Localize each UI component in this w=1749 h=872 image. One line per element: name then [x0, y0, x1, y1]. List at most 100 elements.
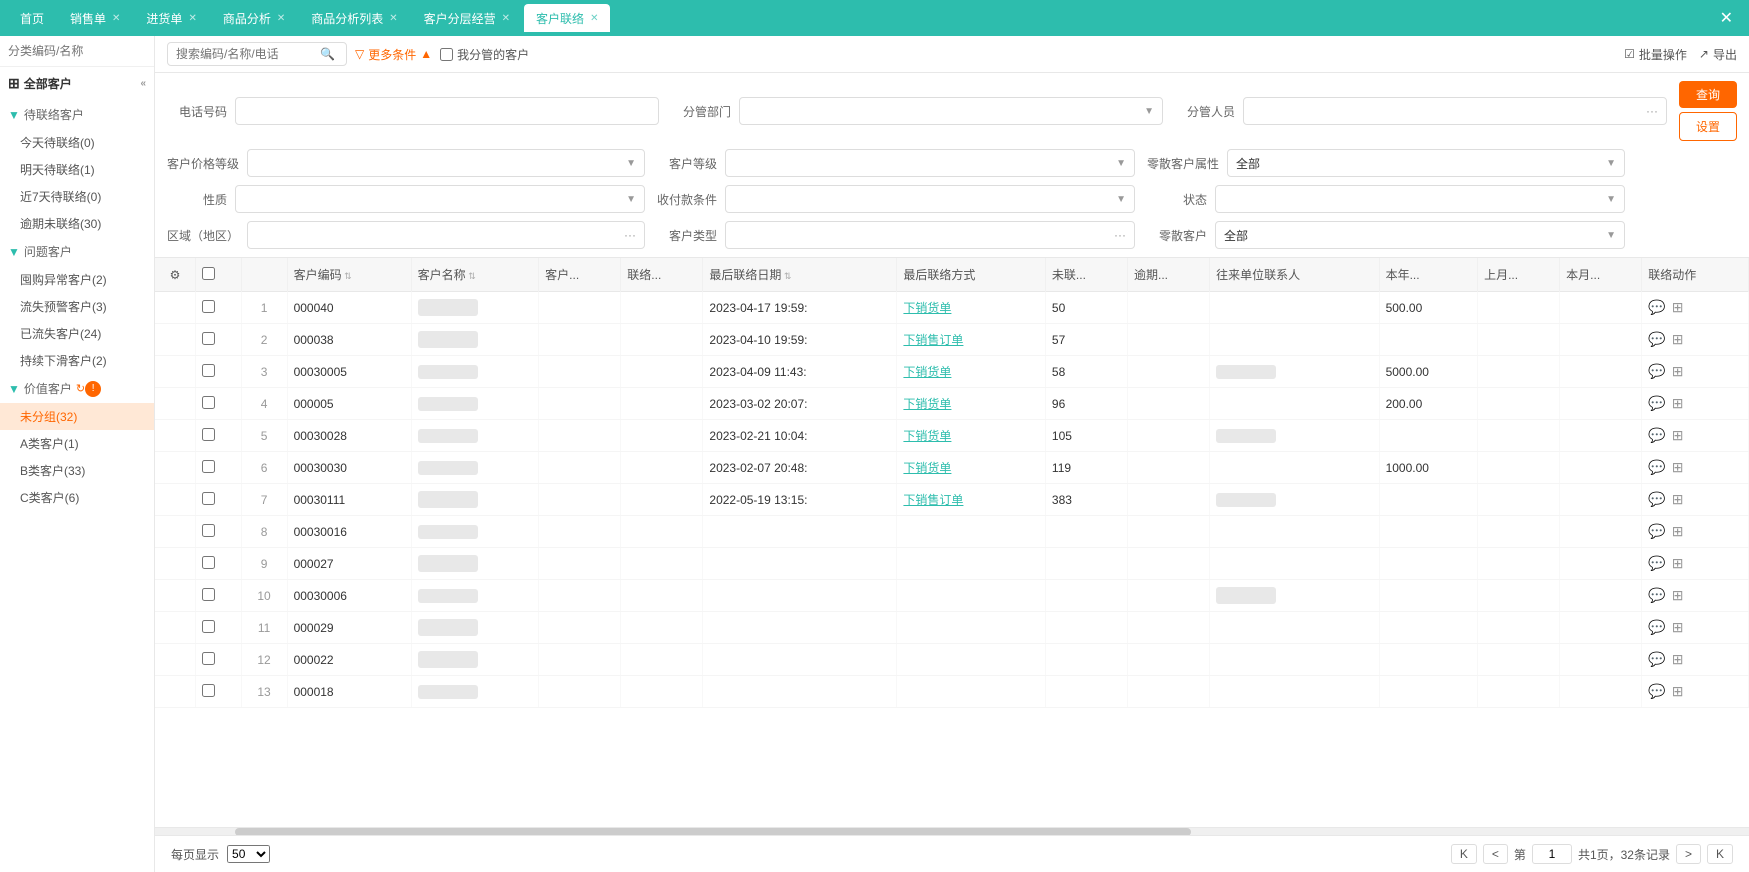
row-check[interactable]: [202, 620, 215, 633]
page-size-select[interactable]: 50 100: [227, 845, 270, 863]
tab-customer-tier[interactable]: 客户分层经营 ✕: [412, 4, 522, 32]
th-customer-type[interactable]: 客户...: [539, 258, 621, 292]
chat-icon[interactable]: 💬: [1648, 491, 1665, 508]
th-settings[interactable]: ⚙: [155, 258, 196, 292]
sidebar-all-customers[interactable]: ⊞ 全部客户 «: [0, 67, 154, 100]
filter-search-input[interactable]: [176, 47, 316, 61]
grid-action-icon[interactable]: ⊞: [1672, 683, 1684, 700]
chat-icon[interactable]: 💬: [1648, 523, 1665, 540]
sidebar-item-today[interactable]: 今天待联络(0): [0, 129, 154, 156]
row-checkbox[interactable]: [196, 580, 241, 612]
global-close-btn[interactable]: ✕: [1712, 8, 1741, 28]
filter-input-sparse[interactable]: 全部▼: [1215, 221, 1625, 249]
chat-icon[interactable]: 💬: [1648, 395, 1665, 412]
th-contact[interactable]: 联络...: [621, 258, 703, 292]
grid-action-icon[interactable]: ⊞: [1672, 299, 1684, 316]
sidebar-item-class-c[interactable]: C类客户(6): [0, 484, 154, 511]
tab-sales[interactable]: 销售单 ✕: [58, 4, 132, 32]
row-check[interactable]: [202, 364, 215, 377]
row-check[interactable]: [202, 300, 215, 313]
my-customers-check[interactable]: [440, 48, 453, 61]
contact-method-link[interactable]: 下销售订单: [903, 493, 963, 507]
row-checkbox[interactable]: [196, 356, 241, 388]
chat-icon[interactable]: 💬: [1648, 363, 1665, 380]
sidebar-item-class-a[interactable]: A类客户(1): [0, 430, 154, 457]
th-this-month[interactable]: 本月...: [1560, 258, 1642, 292]
last-page-btn[interactable]: K: [1707, 844, 1733, 864]
sidebar-item-tomorrow[interactable]: 明天待联络(1): [0, 156, 154, 183]
filter-input-phone[interactable]: [235, 97, 659, 125]
tab-analysis-list-close[interactable]: ✕: [389, 13, 397, 24]
collapse-icon[interactable]: «: [140, 78, 146, 89]
grid-action-icon[interactable]: ⊞: [1672, 427, 1684, 444]
grid-action-icon[interactable]: ⊞: [1672, 523, 1684, 540]
th-last-contact-method[interactable]: 最后联络方式: [897, 258, 1045, 292]
row-checkbox[interactable]: [196, 292, 241, 324]
filter-input-status[interactable]: ▼: [1215, 185, 1625, 213]
row-check[interactable]: [202, 524, 215, 537]
filter-input-payment[interactable]: ▼: [725, 185, 1135, 213]
chat-icon[interactable]: 💬: [1648, 299, 1665, 316]
tab-analysis-close[interactable]: ✕: [277, 13, 285, 24]
row-checkbox[interactable]: [196, 452, 241, 484]
grid-action-icon[interactable]: ⊞: [1672, 459, 1684, 476]
sidebar-item-7days[interactable]: 近7天待联络(0): [0, 183, 154, 210]
chat-icon[interactable]: 💬: [1648, 651, 1665, 668]
grid-action-icon[interactable]: ⊞: [1672, 619, 1684, 636]
row-checkbox[interactable]: [196, 548, 241, 580]
sidebar-item-class-b[interactable]: B类客户(33): [0, 457, 154, 484]
tab-customer-contact[interactable]: 客户联络 ✕: [524, 4, 610, 32]
contact-method-link[interactable]: 下销货单: [903, 461, 951, 475]
filter-search-box[interactable]: 🔍: [167, 42, 347, 66]
filter-input-sparse-attr[interactable]: 全部▼: [1227, 149, 1625, 177]
filter-input-nature[interactable]: ▼: [235, 185, 645, 213]
chat-icon[interactable]: 💬: [1648, 427, 1665, 444]
grid-action-icon[interactable]: ⊞: [1672, 395, 1684, 412]
row-checkbox[interactable]: [196, 676, 241, 708]
contact-method-link[interactable]: 下销货单: [903, 301, 951, 315]
prev-page-btn[interactable]: <: [1483, 844, 1508, 864]
select-all-checkbox[interactable]: [202, 267, 215, 280]
filter-input-customer-type[interactable]: ···: [725, 221, 1135, 249]
tab-analysis[interactable]: 商品分析 ✕: [211, 4, 297, 32]
tab-purchase-close[interactable]: ✕: [188, 13, 196, 24]
chat-icon[interactable]: 💬: [1648, 587, 1665, 604]
row-checkbox[interactable]: [196, 612, 241, 644]
row-check[interactable]: [202, 556, 215, 569]
reset-button[interactable]: 设置: [1679, 112, 1737, 141]
tab-home[interactable]: 首页: [8, 4, 56, 32]
chat-icon[interactable]: 💬: [1648, 683, 1665, 700]
export-btn[interactable]: ↗ 导出: [1699, 46, 1737, 63]
next-page-btn[interactable]: >: [1676, 844, 1701, 864]
horizontal-scrollbar[interactable]: [155, 827, 1749, 835]
row-check[interactable]: [202, 684, 215, 697]
tab-customer-contact-close[interactable]: ✕: [590, 13, 598, 24]
filter-input-region[interactable]: ···: [247, 221, 645, 249]
grid-action-icon[interactable]: ⊞: [1672, 587, 1684, 604]
grid-action-icon[interactable]: ⊞: [1672, 555, 1684, 572]
row-check[interactable]: [202, 396, 215, 409]
contact-method-link[interactable]: 下销货单: [903, 397, 951, 411]
grid-action-icon[interactable]: ⊞: [1672, 331, 1684, 348]
sidebar-section-pending[interactable]: ▼ 待联络客户: [0, 100, 154, 129]
chat-icon[interactable]: 💬: [1648, 619, 1665, 636]
sidebar-item-abnormal[interactable]: 囤购异常客户(2): [0, 266, 154, 293]
sidebar-search-input[interactable]: [8, 44, 155, 58]
filter-input-price-level[interactable]: ▼: [247, 149, 645, 177]
contact-method-link[interactable]: 下销货单: [903, 365, 951, 379]
chat-icon[interactable]: 💬: [1648, 555, 1665, 572]
filter-input-dept[interactable]: ▼: [739, 97, 1163, 125]
contact-method-link[interactable]: 下销售订单: [903, 333, 963, 347]
sidebar-item-declining[interactable]: 持续下滑客户(2): [0, 347, 154, 374]
first-page-btn[interactable]: K: [1451, 844, 1477, 864]
row-check[interactable]: [202, 652, 215, 665]
row-checkbox[interactable]: [196, 516, 241, 548]
tab-customer-tier-close[interactable]: ✕: [502, 13, 510, 24]
th-last-month[interactable]: 上月...: [1478, 258, 1560, 292]
row-checkbox[interactable]: [196, 644, 241, 676]
row-checkbox[interactable]: [196, 324, 241, 356]
th-checkbox[interactable]: [196, 258, 241, 292]
filter-more-btn[interactable]: ▽ 更多条件 ▲: [355, 46, 432, 63]
sidebar-section-problem[interactable]: ▼ 问题客户: [0, 237, 154, 266]
sidebar-section-value[interactable]: ▼ 价值客户 ↻ !: [0, 374, 154, 403]
